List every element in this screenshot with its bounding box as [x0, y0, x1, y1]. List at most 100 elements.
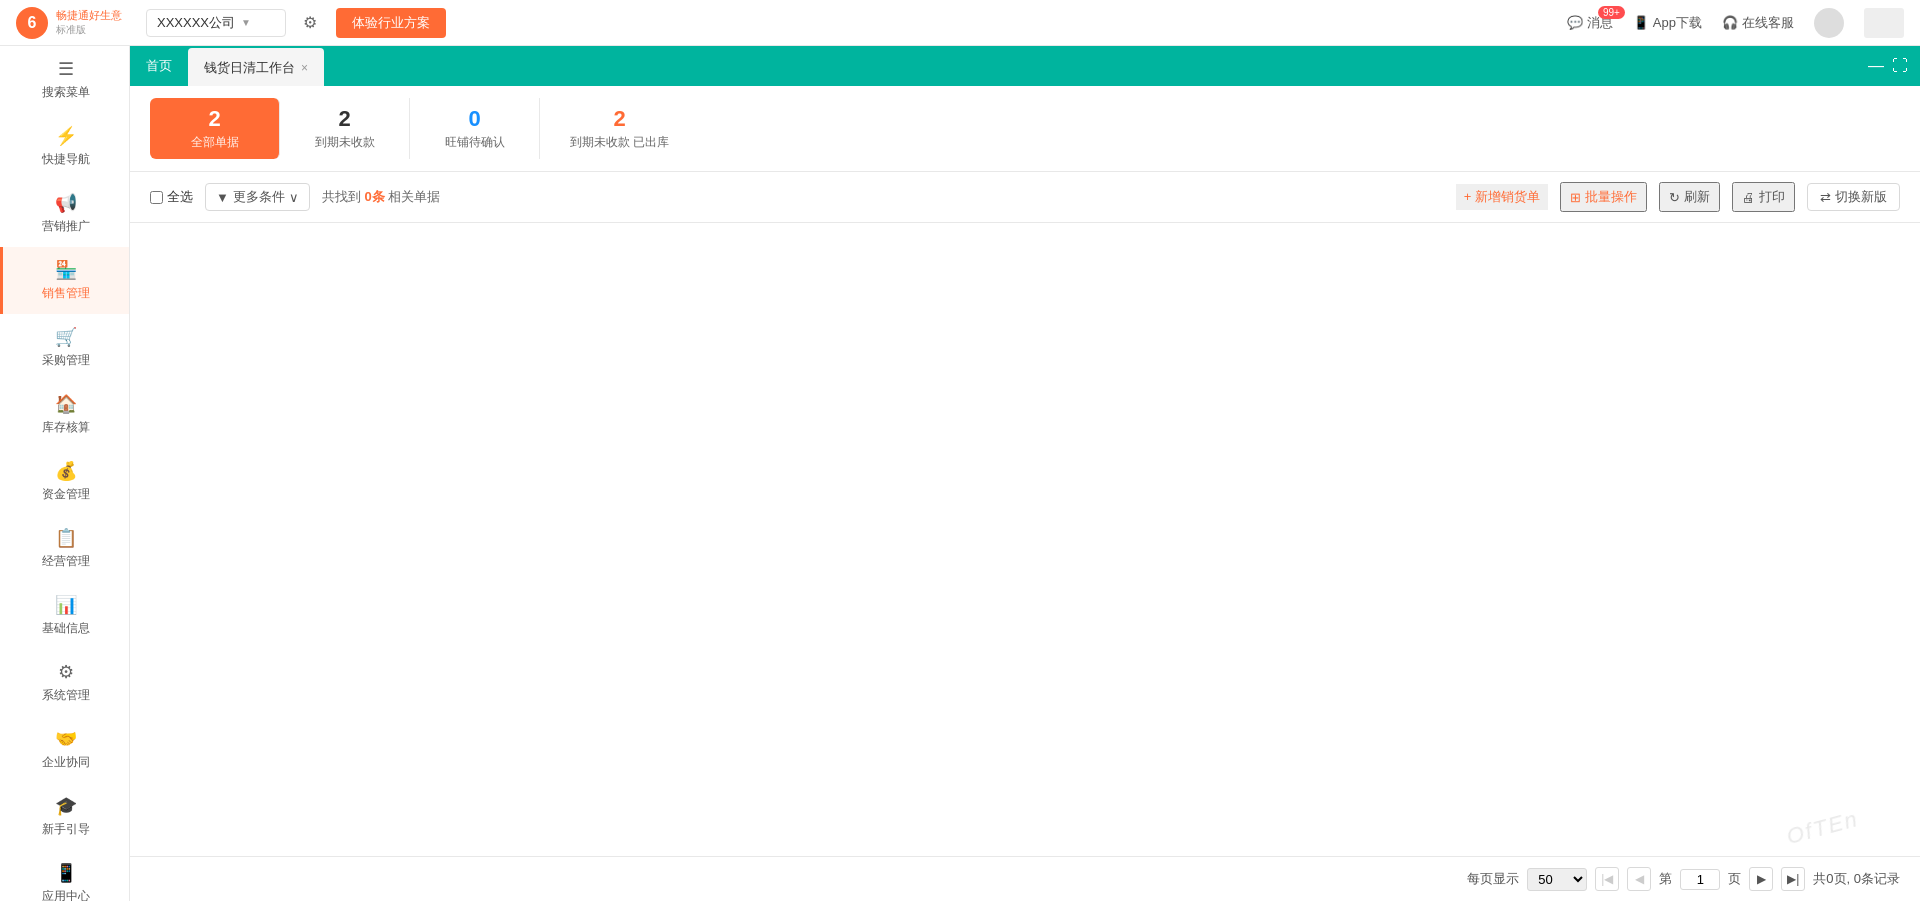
- tab-active[interactable]: 钱货日清工作台 ×: [188, 48, 324, 88]
- sidebar-item-guide[interactable]: 🎓 新手引导: [0, 783, 129, 850]
- app-name: 畅捷通好生意: [56, 8, 122, 22]
- sidebar-label-marketing: 营销推广: [42, 218, 90, 235]
- sidebar-label-system: 系统管理: [42, 687, 90, 704]
- sidebar-item-enterprise[interactable]: 🤝 企业协同: [0, 716, 129, 783]
- stat-number-shipped: 2: [614, 106, 626, 132]
- found-text: 共找到 0条 相关单据: [322, 188, 440, 206]
- sidebar-item-system[interactable]: ⚙ 系统管理: [0, 649, 129, 716]
- online-service-button[interactable]: 🎧 在线客服: [1722, 14, 1794, 32]
- sidebar-label-guide: 新手引导: [42, 821, 90, 838]
- sidebar-item-operation[interactable]: 📋 经营管理: [0, 515, 129, 582]
- found-prefix: 共找到: [322, 189, 361, 204]
- sidebar-item-purchase[interactable]: 🛒 采购管理: [0, 314, 129, 381]
- filter-chevron-icon: ∨: [289, 190, 299, 205]
- sidebar-label-purchase: 采购管理: [42, 352, 90, 369]
- sidebar-label-inventory: 库存核算: [42, 419, 90, 436]
- switch-version-button[interactable]: ⇄ 切换新版: [1807, 183, 1900, 211]
- page-input[interactable]: [1680, 869, 1720, 890]
- print-button[interactable]: 🖨 打印: [1732, 182, 1795, 212]
- settings-button[interactable]: ⚙: [294, 7, 326, 39]
- toolbar: 全选 ▼ 更多条件 ∨ 共找到 0条 相关单据 + 新增销货单 ⊞ 批量操作: [130, 172, 1920, 223]
- download-icon: 📱: [1633, 15, 1649, 30]
- sidebar-item-marketing[interactable]: 📢 营销推广: [0, 180, 129, 247]
- operation-icon: 📋: [55, 527, 77, 549]
- sidebar-item-sales[interactable]: 🏪 销售管理: [0, 247, 129, 314]
- message-icon: 💬: [1567, 15, 1583, 30]
- trial-button[interactable]: 体验行业方案: [336, 8, 446, 38]
- sidebar-label-finance: 资金管理: [42, 486, 90, 503]
- select-all-input[interactable]: [150, 191, 163, 204]
- stats-row: 2 全部单据 2 到期未收款 0 旺铺待确认 2 到期未收款 已出库: [130, 86, 1920, 172]
- enterprise-icon: 🤝: [55, 728, 77, 750]
- switch-label: 切换新版: [1835, 188, 1887, 206]
- table-area: [130, 223, 1920, 856]
- page-label: 第: [1659, 870, 1672, 888]
- prev-page-button[interactable]: ◀: [1627, 867, 1651, 891]
- content-area: 2 全部单据 2 到期未收款 0 旺铺待确认 2 到期未收款 已出库: [130, 86, 1920, 901]
- sidebar-item-finance[interactable]: 💰 资金管理: [0, 448, 129, 515]
- tab-minimize-button[interactable]: —: [1868, 57, 1884, 75]
- first-page-button[interactable]: |◀: [1595, 867, 1619, 891]
- tab-home-label: 首页: [146, 57, 172, 75]
- header-right: 💬 消息 99+ 📱 App下载 🎧 在线客服: [1567, 8, 1904, 38]
- stat-card-all[interactable]: 2 全部单据: [150, 98, 280, 159]
- sidebar-item-app-center[interactable]: 📱 应用中心: [0, 850, 129, 901]
- sidebar-item-quick-nav[interactable]: ⚡ 快捷导航: [0, 113, 129, 180]
- top-header: 6 畅捷通好生意 标准版 XXXXXX公司 ▼ ⚙ 体验行业方案 💬 消息 99…: [0, 0, 1920, 46]
- switch-icon: ⇄: [1820, 190, 1831, 205]
- app-badge: 标准版: [56, 23, 122, 37]
- add-sale-button[interactable]: + 新增销货单: [1456, 184, 1548, 210]
- stat-card-overdue[interactable]: 2 到期未收款: [280, 98, 410, 159]
- message-button[interactable]: 💬 消息 99+: [1567, 14, 1613, 32]
- tab-close-icon[interactable]: ×: [301, 61, 308, 75]
- filter-icon: ▼: [216, 190, 229, 205]
- sidebar-label-sales: 销售管理: [42, 285, 90, 302]
- logo-icon: 6: [16, 7, 48, 39]
- print-icon: 🖨: [1742, 190, 1755, 205]
- user-menu[interactable]: [1864, 8, 1904, 38]
- pagination-bar: 每页显示 50 100 200 |◀ ◀ 第 页 ▶ ▶| 共0页, 0条记录: [130, 856, 1920, 901]
- per-page-label: 每页显示: [1467, 870, 1519, 888]
- app-download-button[interactable]: 📱 App下载: [1633, 14, 1702, 32]
- inventory-icon: 🏠: [55, 393, 77, 415]
- tab-bar-actions: — ⛶: [1868, 57, 1920, 75]
- marketing-icon: 📢: [55, 192, 77, 214]
- found-suffix: 相关单据: [388, 189, 440, 204]
- main-layout: ☰ 搜索菜单 ⚡ 快捷导航 📢 营销推广 🏪 销售管理 🛒 采购管理 🏠 库存核…: [0, 46, 1920, 901]
- sidebar-item-basic-info[interactable]: 📊 基础信息: [0, 582, 129, 649]
- finance-icon: 💰: [55, 460, 77, 482]
- stat-card-shipped[interactable]: 2 到期未收款 已出库: [540, 98, 699, 159]
- stat-card-pending[interactable]: 0 旺铺待确认: [410, 98, 540, 159]
- sidebar-item-inventory[interactable]: 🏠 库存核算: [0, 381, 129, 448]
- online-service-label: 在线客服: [1742, 14, 1794, 32]
- tab-bar: 首页 钱货日清工作台 × — ⛶: [130, 46, 1920, 86]
- logo-area: 6 畅捷通好生意 标准版: [16, 7, 146, 39]
- avatar[interactable]: [1814, 8, 1844, 38]
- app-center-icon: 📱: [55, 862, 77, 884]
- sidebar-item-search-menu[interactable]: ☰ 搜索菜单: [0, 46, 129, 113]
- refresh-label: 刷新: [1684, 188, 1710, 206]
- toolbar-right: + 新增销货单 ⊞ 批量操作 ↻ 刷新 🖨 打印 ⇄: [1456, 182, 1900, 212]
- app-download-label: App下载: [1653, 14, 1702, 32]
- print-label: 打印: [1759, 188, 1785, 206]
- filter-button[interactable]: ▼ 更多条件 ∨: [205, 183, 310, 211]
- sidebar-label-basic-info: 基础信息: [42, 620, 90, 637]
- filter-label: 更多条件: [233, 188, 285, 206]
- tab-home[interactable]: 首页: [130, 46, 188, 86]
- sidebar-label-quick-nav: 快捷导航: [42, 151, 90, 168]
- total-info: 共0页, 0条记录: [1813, 870, 1900, 888]
- batch-button[interactable]: ⊞ 批量操作: [1560, 182, 1647, 212]
- stat-label-pending: 旺铺待确认: [445, 134, 505, 151]
- company-selector[interactable]: XXXXXX公司 ▼: [146, 9, 286, 37]
- search-menu-icon: ☰: [58, 58, 74, 80]
- select-all-checkbox[interactable]: 全选: [150, 188, 193, 206]
- tab-maximize-button[interactable]: ⛶: [1892, 57, 1908, 75]
- sidebar-label-app-center: 应用中心: [42, 888, 90, 901]
- per-page-select[interactable]: 50 100 200: [1527, 868, 1587, 891]
- select-all-label: 全选: [167, 188, 193, 206]
- sidebar: ☰ 搜索菜单 ⚡ 快捷导航 📢 营销推广 🏪 销售管理 🛒 采购管理 🏠 库存核…: [0, 46, 130, 901]
- refresh-button[interactable]: ↻ 刷新: [1659, 182, 1720, 212]
- next-page-button[interactable]: ▶: [1749, 867, 1773, 891]
- last-page-button[interactable]: ▶|: [1781, 867, 1805, 891]
- stat-label-overdue: 到期未收款: [315, 134, 375, 151]
